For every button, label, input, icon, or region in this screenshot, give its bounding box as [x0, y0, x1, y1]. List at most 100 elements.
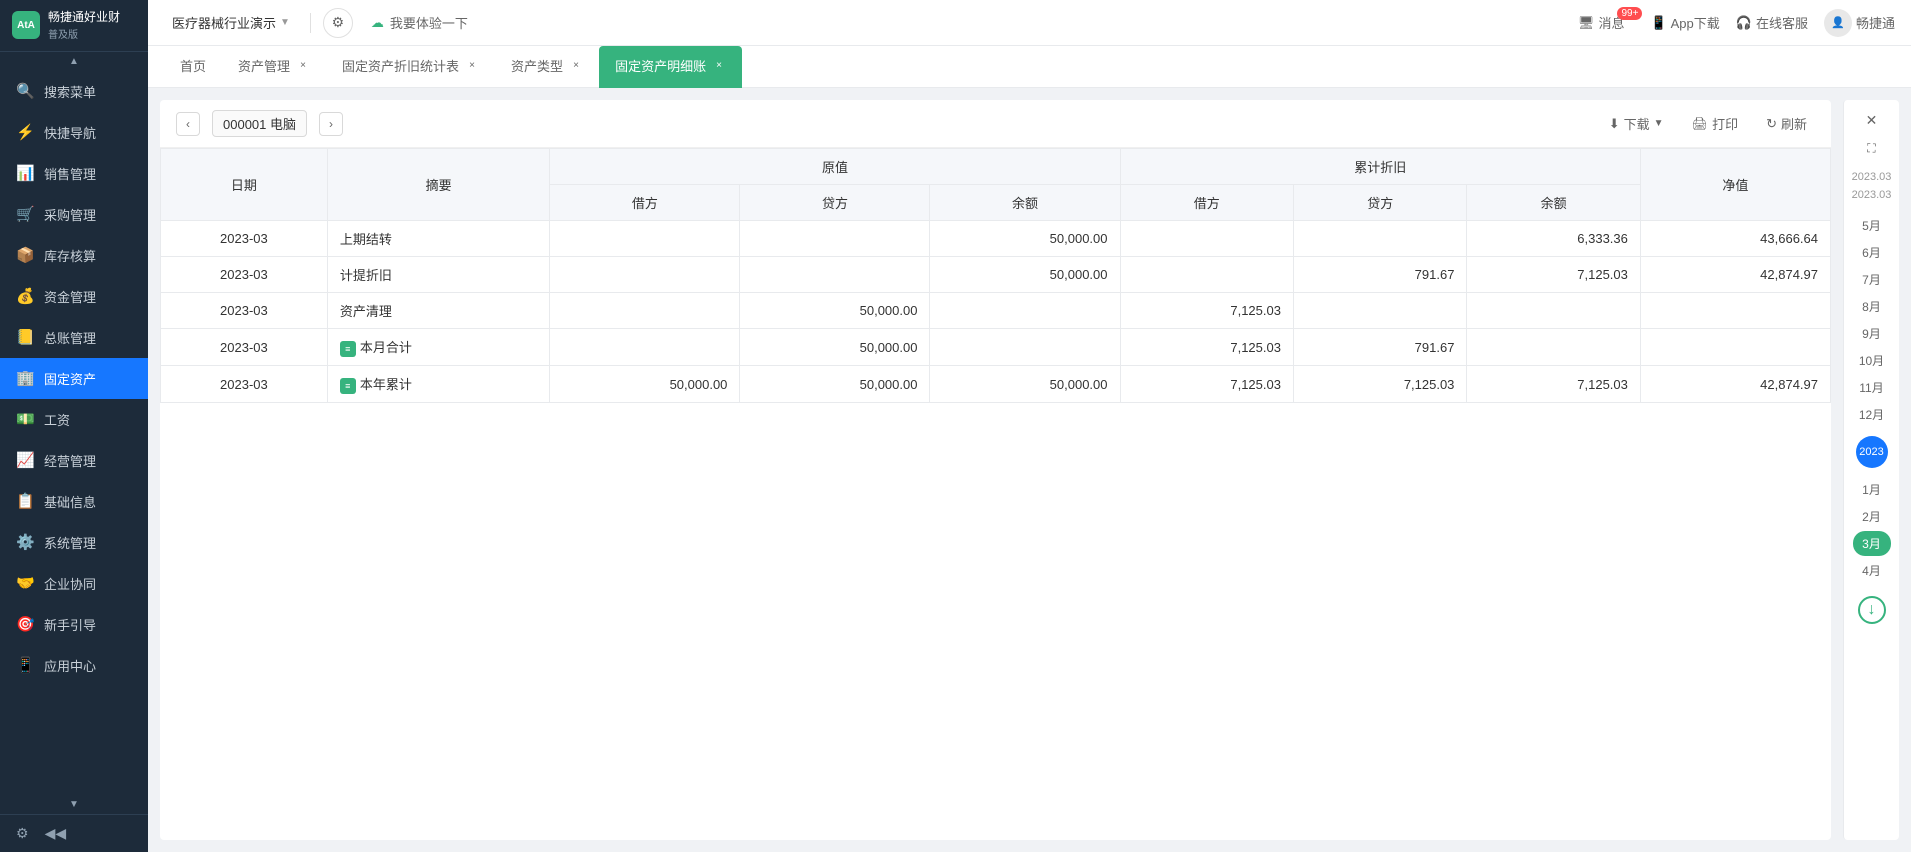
guide-icon: 🎯 — [16, 615, 34, 633]
tab-asset-mgmt-close[interactable]: × — [296, 59, 310, 73]
sidebar-item-inventory[interactable]: 📦 库存核算 — [0, 235, 148, 276]
sidebar-item-enterprise[interactable]: 🤝 企业协同 — [0, 563, 148, 604]
timeline-expand-btn[interactable]: ⛶ — [1863, 137, 1879, 160]
avatar: 👤 — [1824, 9, 1852, 37]
timeline-month-5[interactable]: 5月 — [1853, 213, 1891, 238]
sidebar-item-funds[interactable]: 💰 资金管理 — [0, 276, 148, 317]
sidebar-menu: 🔍 搜索菜单 ⚡ 快捷导航 📊 销售管理 🛒 采购管理 📦 库存核算 💰 资金管… — [0, 71, 148, 795]
sidebar-item-search[interactable]: 🔍 搜索菜单 — [0, 71, 148, 112]
sidebar-scroll-down[interactable]: ▼ — [0, 795, 148, 814]
phone-icon: 📱 — [1650, 15, 1666, 31]
experience-btn[interactable]: ☁ 我要体验一下 — [361, 9, 478, 36]
sidebar-item-app-center[interactable]: 📱 应用中心 — [0, 645, 148, 686]
logo-text: 畅捷通好业财 普及版 — [48, 10, 120, 41]
topbar: 医疗器械行业演示 ▼ ⚙ ☁ 我要体验一下 🖥 消息 99+ 📱 App下载 🎧… — [148, 0, 1911, 46]
timeline-year-2023[interactable]: 2023 — [1856, 436, 1888, 468]
download-dropdown-icon: ▼ — [1654, 118, 1664, 129]
user-info[interactable]: 👤 畅捷通 — [1824, 9, 1895, 37]
sidebar-item-system[interactable]: ⚙️ 系统管理 — [0, 522, 148, 563]
next-asset-btn[interactable]: › — [319, 112, 343, 136]
tab-fixed-detail-close[interactable]: × — [712, 59, 726, 73]
timeline-header-2: 2023.03 — [1844, 186, 1899, 204]
enterprise-icon: 🤝 — [16, 574, 34, 592]
sidebar-item-purchase[interactable]: 🛒 采购管理 — [0, 194, 148, 235]
content-area: ‹ 000001 电脑 › ⬇ 下载 ▼ 🖨 打印 ↻ 刷新 — [148, 88, 1911, 852]
logo-icon: AtA — [12, 11, 40, 39]
tab-fixed-detail[interactable]: 固定资产明细账 × — [599, 46, 742, 88]
print-btn[interactable]: 🖨 打印 — [1684, 110, 1747, 137]
content-toolbar: ‹ 000001 电脑 › ⬇ 下载 ▼ 🖨 打印 ↻ 刷新 — [160, 100, 1831, 148]
timeline-close-btn[interactable]: ✕ — [1862, 108, 1882, 133]
online-service-btn[interactable]: 🎧 在线客服 — [1736, 13, 1808, 32]
tab-asset-mgmt[interactable]: 资产管理 × — [222, 46, 326, 88]
tab-asset-type[interactable]: 资产类型 × — [495, 46, 599, 88]
table-row: 2023-03计提折旧50,000.00791.677,125.0342,874… — [161, 257, 1831, 293]
download-btn[interactable]: ⬇ 下载 ▼ — [1601, 110, 1672, 137]
th-date: 日期 — [161, 149, 328, 221]
timeline-header-1: 2023.03 — [1844, 168, 1899, 186]
fixed-assets-icon: 🏢 — [16, 369, 34, 387]
collapse-icon[interactable]: ◀◀ — [45, 825, 67, 842]
sidebar-item-basic[interactable]: 📋 基础信息 — [0, 481, 148, 522]
timeline-month-9[interactable]: 9月 — [1853, 321, 1891, 346]
tab-fixed-depreciation[interactable]: 固定资产折旧统计表 × — [326, 46, 495, 88]
timeline-month-11[interactable]: 11月 — [1853, 375, 1891, 400]
system-icon: ⚙️ — [16, 533, 34, 551]
app-download-btn[interactable]: 📱 App下载 — [1650, 13, 1719, 32]
timeline-month-10[interactable]: 10月 — [1853, 348, 1891, 373]
timeline-month-8[interactable]: 8月 — [1853, 294, 1891, 319]
notification-badge: 99+ — [1617, 7, 1642, 20]
tab-home[interactable]: 首页 — [164, 46, 222, 88]
tab-asset-type-close[interactable]: × — [569, 59, 583, 73]
topbar-settings-btn[interactable]: ⚙ — [323, 8, 353, 38]
timeline-month-1[interactable]: 1月 — [1853, 477, 1891, 502]
th-net-value: 净值 — [1640, 149, 1830, 221]
sidebar-scroll-up[interactable]: ▲ — [0, 52, 148, 71]
timeline-panel: ✕ ⛶ 2023.03 2023.03 5月 6月 7月 8月 9月 10月 1… — [1843, 100, 1899, 840]
th-orig-debit: 借方 — [550, 185, 740, 221]
download-icon: ⬇ — [1609, 116, 1620, 132]
main-area: 医疗器械行业演示 ▼ ⚙ ☁ 我要体验一下 🖥 消息 99+ 📱 App下载 🎧… — [148, 0, 1911, 852]
company-selector[interactable]: 医疗器械行业演示 ▼ — [164, 9, 298, 36]
sidebar-bottom: ⚙ ◀◀ — [0, 814, 148, 852]
app-center-icon: 📱 — [16, 656, 34, 674]
salary-icon: 💵 — [16, 410, 34, 428]
tab-asset-mgmt-label: 资产管理 — [238, 56, 290, 75]
basic-icon: 📋 — [16, 492, 34, 510]
timeline-month-12[interactable]: 12月 — [1853, 402, 1891, 427]
asset-code-display: 000001 电脑 — [212, 110, 307, 137]
tab-fixed-detail-label: 固定资产明细账 — [615, 56, 706, 75]
th-dep-balance: 余额 — [1467, 185, 1640, 221]
sidebar-item-ledger[interactable]: 📒 总账管理 — [0, 317, 148, 358]
print-icon: 🖨 — [1692, 116, 1709, 132]
tabbar: 首页 资产管理 × 固定资产折旧统计表 × 资产类型 × 固定资产明细账 × — [148, 46, 1911, 88]
table-row: 2023-03≡本月合计50,000.007,125.03791.67 — [161, 329, 1831, 366]
refresh-btn[interactable]: ↻ 刷新 — [1758, 110, 1815, 137]
th-orig-balance: 余额 — [930, 185, 1120, 221]
company-name: 医疗器械行业演示 — [172, 13, 276, 32]
topbar-divider — [310, 13, 311, 33]
sidebar-item-fixed-assets[interactable]: 🏢 固定资产 — [0, 358, 148, 399]
ops-icon: 📈 — [16, 451, 34, 469]
timeline-month-4[interactable]: 4月 — [1853, 558, 1891, 583]
table-row: 2023-03上期结转50,000.006,333.3643,666.64 — [161, 221, 1831, 257]
timeline-nav-btn[interactable]: ↓ — [1858, 596, 1886, 624]
sidebar-item-salary[interactable]: 💵 工资 — [0, 399, 148, 440]
timeline-month-2[interactable]: 2月 — [1853, 504, 1891, 529]
tab-fixed-depreciation-label: 固定资产折旧统计表 — [342, 56, 459, 75]
inventory-icon: 📦 — [16, 246, 34, 264]
refresh-icon: ↻ — [1766, 116, 1777, 132]
search-icon: 🔍 — [16, 82, 34, 100]
sidebar-item-sales[interactable]: 📊 销售管理 — [0, 153, 148, 194]
notification-btn[interactable]: 🖥 消息 99+ — [1568, 13, 1635, 32]
th-orig-credit: 贷方 — [740, 185, 930, 221]
timeline-month-6[interactable]: 6月 — [1853, 240, 1891, 265]
prev-asset-btn[interactable]: ‹ — [176, 112, 200, 136]
tab-fixed-depreciation-close[interactable]: × — [465, 59, 479, 73]
timeline-month-7[interactable]: 7月 — [1853, 267, 1891, 292]
sidebar-item-guide[interactable]: 🎯 新手引导 — [0, 604, 148, 645]
sidebar-item-ops[interactable]: 📈 经营管理 — [0, 440, 148, 481]
settings-bottom-icon[interactable]: ⚙ — [16, 825, 29, 842]
sidebar-item-quicknav[interactable]: ⚡ 快捷导航 — [0, 112, 148, 153]
timeline-month-3-active[interactable]: 3月 — [1853, 531, 1891, 556]
